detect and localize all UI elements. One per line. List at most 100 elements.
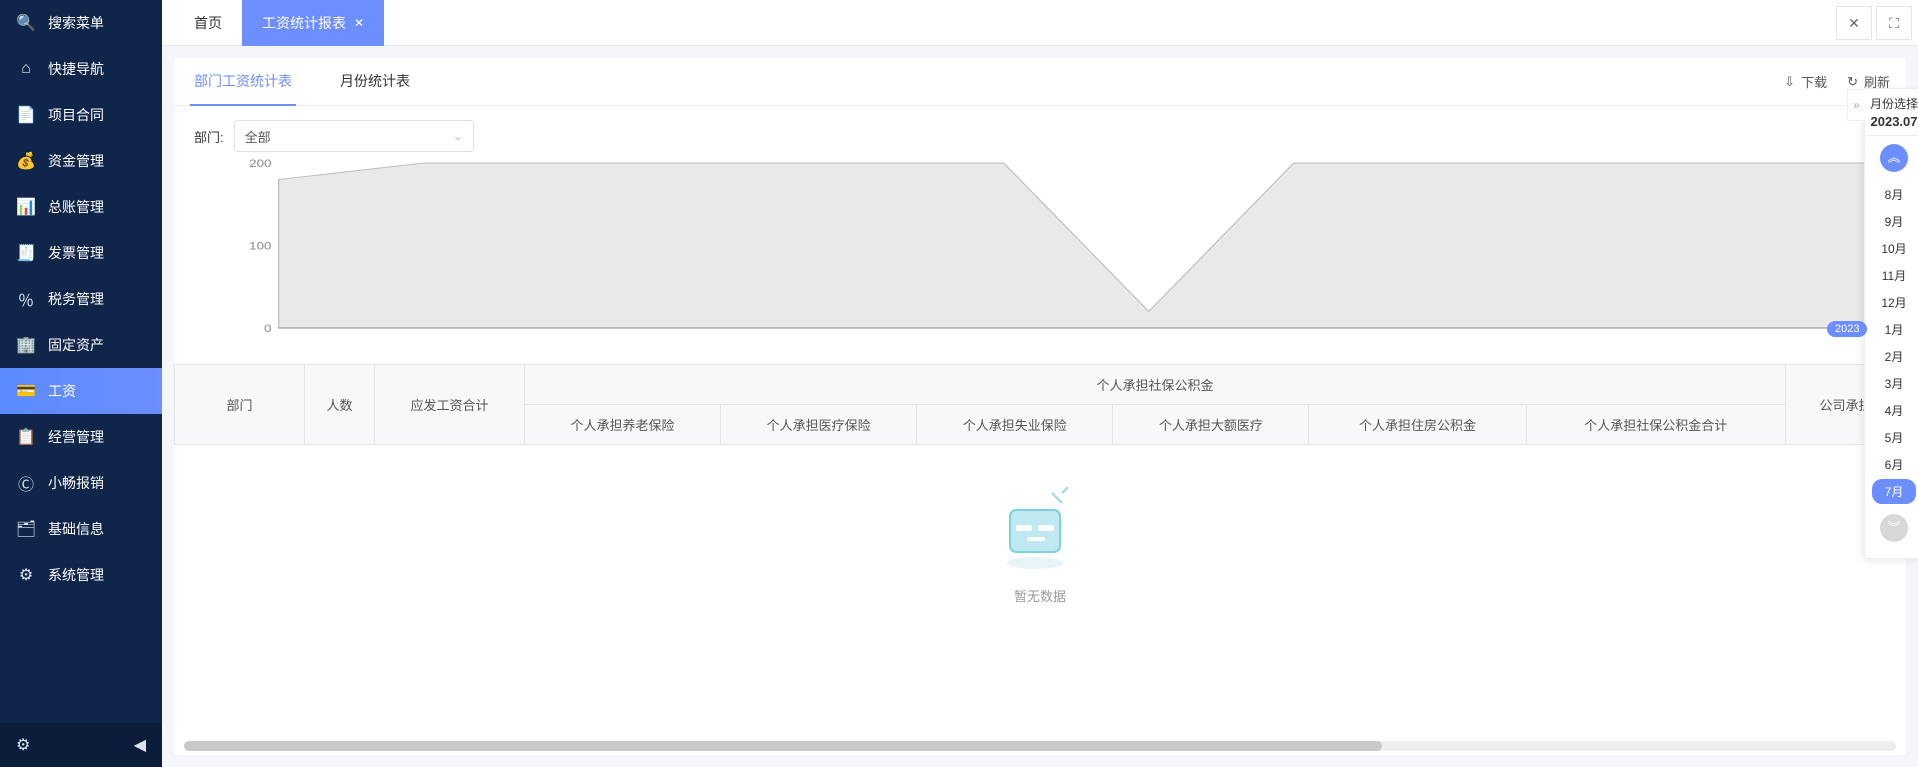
month-selector-panel: » 月份选择 2023.07 ︽ 8月9月10月11月12月1月2月3月4月5月…	[1864, 88, 1918, 559]
sidebar-icon-1: ⌂	[16, 59, 36, 79]
sidebar-item-2[interactable]: 📄 项目合同	[0, 92, 162, 138]
empty-illustration	[980, 475, 1100, 578]
close-all-tabs-button[interactable]: ✕	[1836, 6, 1872, 40]
sidebar-item-4[interactable]: 📊 总账管理	[0, 184, 162, 230]
page-tabs: 首页 工资统计报表 ✕ ✕ ⛶	[162, 0, 1918, 46]
table-wrap[interactable]: 部门人数应发工资合计个人承担社保公积金公司承担个人承担养老保险个人承担医疗保险个…	[174, 364, 1906, 735]
subtab-1[interactable]: 月份统计表	[336, 58, 414, 106]
sidebar-label-5: 发票管理	[48, 243, 104, 263]
month-option-8[interactable]: 4月	[1872, 398, 1916, 423]
sidebar-item-10[interactable]: Ⓒ 小畅报销	[0, 460, 162, 506]
sidebar-icon-8: 💳	[16, 381, 36, 401]
sidebar-item-0[interactable]: 🔍 搜索菜单	[0, 0, 162, 46]
report-subtabs: 部门工资统计表月份统计表 ⇩ 下载 ↻ 刷新	[174, 58, 1906, 106]
page-tab-label-1: 工资统计报表	[262, 13, 346, 33]
horizontal-scrollbar[interactable]	[184, 741, 1896, 751]
svg-text:100: 100	[249, 240, 271, 253]
month-panel-date: 2023.07	[1865, 114, 1918, 136]
sidebar-footer: ⚙ ◀︎	[0, 723, 162, 767]
dept-select-value: 全部	[245, 127, 271, 146]
month-option-4[interactable]: 12月	[1872, 290, 1916, 315]
month-option-7[interactable]: 3月	[1872, 371, 1916, 396]
th-first-0: 部门	[175, 365, 305, 445]
sidebar-label-0: 搜索菜单	[48, 13, 104, 33]
month-option-1[interactable]: 9月	[1872, 209, 1916, 234]
sidebar-item-5[interactable]: 🧾 发票管理	[0, 230, 162, 276]
dept-select[interactable]: 全部 ⌄	[234, 120, 474, 152]
sidebar-item-6[interactable]: ％ 税务管理	[0, 276, 162, 322]
sidebar-icon-12: ⚙	[16, 565, 36, 585]
sidebar-label-7: 固定资产	[48, 335, 104, 355]
data-table: 部门人数应发工资合计个人承担社保公积金公司承担个人承担养老保险个人承担医疗保险个…	[174, 364, 1906, 445]
sidebar-label-8: 工资	[48, 381, 76, 401]
filter-dept-label: 部门:	[194, 127, 224, 146]
collapse-sidebar-icon[interactable]: ◀︎	[134, 735, 146, 755]
month-scroll-up-button[interactable]: ︽	[1880, 144, 1908, 172]
month-option-10[interactable]: 6月	[1872, 452, 1916, 477]
sidebar-icon-3: 💰	[16, 151, 36, 171]
tabbar-right: ✕ ⛶	[1836, 0, 1912, 46]
sidebar-item-1[interactable]: ⌂ 快捷导航	[0, 46, 162, 92]
refresh-icon: ↻	[1847, 74, 1858, 90]
page-tab-0[interactable]: 首页	[174, 0, 242, 46]
th-sub-1: 个人承担医疗保险	[721, 405, 917, 445]
sidebar-icon-5: 🧾	[16, 243, 36, 263]
svg-text:200: 200	[249, 158, 271, 170]
table-empty-state: 暂无数据	[174, 445, 1906, 615]
month-option-2[interactable]: 10月	[1872, 236, 1916, 261]
sidebar-icon-4: 📊	[16, 197, 36, 217]
download-label: 下载	[1801, 72, 1827, 91]
month-scroll-down-button[interactable]: ︾	[1880, 514, 1908, 542]
th-sub-5: 个人承担社保公积金合计	[1526, 405, 1785, 445]
month-option-11[interactable]: 7月	[1872, 479, 1916, 504]
sidebar-icon-2: 📄	[16, 105, 36, 125]
month-option-3[interactable]: 11月	[1872, 263, 1916, 288]
th-sub-2: 个人承担失业保险	[917, 405, 1113, 445]
sidebar-label-9: 经营管理	[48, 427, 104, 447]
sidebar-icon-10: Ⓒ	[16, 473, 36, 493]
sidebar-icon-6: ％	[16, 289, 36, 309]
sidebar: 🔍 搜索菜单 ⌂ 快捷导航 📄 项目合同 💰 资金管理 📊 总账管理 🧾 发票管理 ％ 税务管理 🏢固定资产…	[0, 0, 162, 767]
sidebar-label-3: 资金管理	[48, 151, 104, 171]
download-icon: ⇩	[1784, 74, 1795, 90]
month-option-0[interactable]: 8月	[1872, 182, 1916, 207]
empty-text: 暂无数据	[174, 586, 1906, 605]
th-sub-4: 个人承担住房公积金	[1309, 405, 1526, 445]
fullscreen-button[interactable]: ⛶	[1876, 6, 1912, 40]
sidebar-item-3[interactable]: 💰 资金管理	[0, 138, 162, 184]
svg-text:0: 0	[264, 322, 272, 335]
scrollbar-thumb[interactable]	[184, 741, 1382, 751]
month-panel-title: 月份选择	[1870, 89, 1918, 114]
sidebar-item-11[interactable]: 🗂 基础信息	[0, 506, 162, 552]
sidebar-item-12[interactable]: ⚙ 系统管理	[0, 552, 162, 598]
sidebar-item-9[interactable]: 📋 经营管理	[0, 414, 162, 460]
sidebar-label-1: 快捷导航	[48, 59, 104, 79]
sidebar-icon-0: 🔍	[16, 13, 36, 33]
subtab-0[interactable]: 部门工资统计表	[190, 58, 296, 106]
th-first-1: 人数	[305, 365, 375, 445]
sidebar-label-11: 基础信息	[48, 519, 104, 539]
sidebar-item-7[interactable]: 🏢固定资产	[0, 322, 162, 368]
month-option-6[interactable]: 2月	[1872, 344, 1916, 369]
sidebar-icon-11: 🗂	[16, 519, 36, 539]
month-panel-year-badge: 2023	[1827, 321, 1867, 337]
month-option-9[interactable]: 5月	[1872, 425, 1916, 450]
settings-icon[interactable]: ⚙	[16, 735, 30, 755]
page-tab-label-0: 首页	[194, 13, 222, 33]
sidebar-label-10: 小畅报销	[48, 473, 104, 493]
sidebar-label-2: 项目合同	[48, 105, 104, 125]
th-sub-0: 个人承担养老保险	[525, 405, 721, 445]
th-sub-3: 个人承担大额医疗	[1113, 405, 1309, 445]
sidebar-label-4: 总账管理	[48, 197, 104, 217]
month-panel-collapse-icon[interactable]: »	[1847, 89, 1865, 121]
sidebar-label-12: 系统管理	[48, 565, 104, 585]
tab-close-icon-1[interactable]: ✕	[354, 16, 364, 30]
th-group: 个人承担社保公积金	[525, 365, 1786, 405]
sidebar-label-6: 税务管理	[48, 289, 104, 309]
sidebar-item-8[interactable]: 💳 工资	[0, 368, 162, 414]
sidebar-icon-9: 📋	[16, 427, 36, 447]
month-option-5[interactable]: 1月	[1872, 317, 1916, 342]
filter-row: 部门: 全部 ⌄	[174, 106, 1906, 158]
download-button[interactable]: ⇩ 下载	[1784, 72, 1827, 91]
page-tab-1[interactable]: 工资统计报表 ✕	[242, 0, 384, 46]
